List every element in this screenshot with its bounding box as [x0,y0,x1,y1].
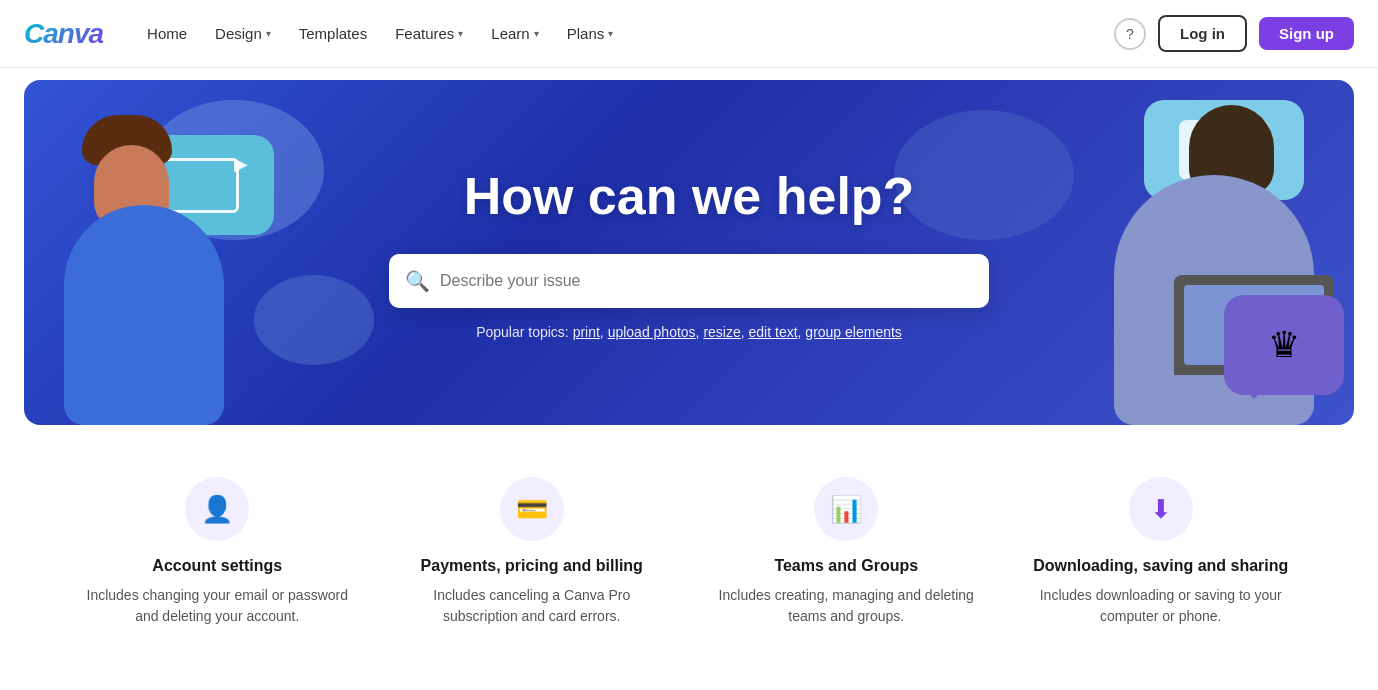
account-settings-icon: 👤 [185,477,249,541]
brand-logo[interactable]: Canva [24,18,103,50]
card-account-settings[interactable]: 👤 Account settings Includes changing you… [60,477,375,627]
card-payments-desc: Includes canceling a Canva Pro subscript… [395,585,670,627]
design-box-icon [159,158,239,213]
teams-icon: 📊 [814,477,878,541]
navbar: Canva Home Design ▾ Templates Features ▾… [0,0,1378,68]
nav-design-label: Design [215,25,262,42]
nav-features-label: Features [395,25,454,42]
nav-learn-label: Learn [491,25,529,42]
topic-print[interactable]: print [573,324,600,340]
signup-button[interactable]: Sign up [1259,17,1354,50]
card-account-desc: Includes changing your email or password… [80,585,355,627]
nav-features[interactable]: Features ▾ [383,17,475,50]
chevron-down-icon: ▾ [608,28,613,39]
topic-edit-text[interactable]: edit text [749,324,798,340]
nav-home[interactable]: Home [135,17,199,50]
nav-plans[interactable]: Plans ▾ [555,17,626,50]
hero-left-illustration: ⬇ [24,80,304,425]
popular-label: Popular topics: [476,324,569,340]
topic-upload-photos[interactable]: upload photos [608,324,696,340]
nav-plans-label: Plans [567,25,605,42]
card-teams[interactable]: 📊 Teams and Groups Includes creating, ma… [689,477,1004,627]
credit-card-icon: 💳 [516,494,548,525]
nav-actions: ? Log in Sign up [1114,15,1354,52]
crown-icon: ♛ [1268,324,1300,366]
topic-resize[interactable]: resize [703,324,740,340]
nav-home-label: Home [147,25,187,42]
nav-design[interactable]: Design ▾ [203,17,283,50]
hero-content: How can we help? 🔍 Popular topics: print… [369,166,1009,340]
help-button[interactable]: ? [1114,18,1146,50]
person-left: ⬇ [44,105,264,425]
card-account-title: Account settings [152,557,282,575]
groups-icon: 📊 [830,494,862,525]
hero-title: How can we help? [389,166,989,226]
hero-right-illustration: 🖥 ✏ ♛ [1034,80,1354,425]
chevron-down-icon: ▾ [534,28,539,39]
card-downloading-desc: Includes downloading or saving to your c… [1024,585,1299,627]
person-left-body [64,205,224,425]
card-teams-desc: Includes creating, managing and deleting… [709,585,984,627]
cards-section: 👤 Account settings Includes changing you… [0,437,1378,657]
card-teams-title: Teams and Groups [774,557,918,575]
card-payments-title: Payments, pricing and billing [421,557,643,575]
card-downloading-title: Downloading, saving and sharing [1033,557,1288,575]
person-icon: 👤 [201,494,233,525]
search-input[interactable] [440,272,973,290]
card-downloading[interactable]: ⬇ Downloading, saving and sharing Includ… [1004,477,1319,627]
download-icon: ⬇ [1150,494,1172,525]
search-icon: 🔍 [405,269,430,293]
login-button[interactable]: Log in [1158,15,1247,52]
nav-links: Home Design ▾ Templates Features ▾ Learn… [135,17,1114,50]
nav-templates-label: Templates [299,25,367,42]
chevron-down-icon: ▾ [458,28,463,39]
card-payments[interactable]: 💳 Payments, pricing and billing Includes… [375,477,690,627]
topic-group-elements[interactable]: group elements [805,324,902,340]
nav-learn[interactable]: Learn ▾ [479,17,550,50]
downloading-icon: ⬇ [1129,477,1193,541]
nav-templates[interactable]: Templates [287,17,379,50]
payments-icon: 💳 [500,477,564,541]
question-mark-icon: ? [1126,26,1134,42]
crown-bubble: ♛ [1224,295,1344,395]
chevron-down-icon: ▾ [266,28,271,39]
popular-topics: Popular topics: print, upload photos, re… [389,324,989,340]
search-bar: 🔍 [389,254,989,308]
hero-section: ⬇ 🖥 ✏ ♛ How can we help? 🔍 Popular topic… [24,80,1354,425]
